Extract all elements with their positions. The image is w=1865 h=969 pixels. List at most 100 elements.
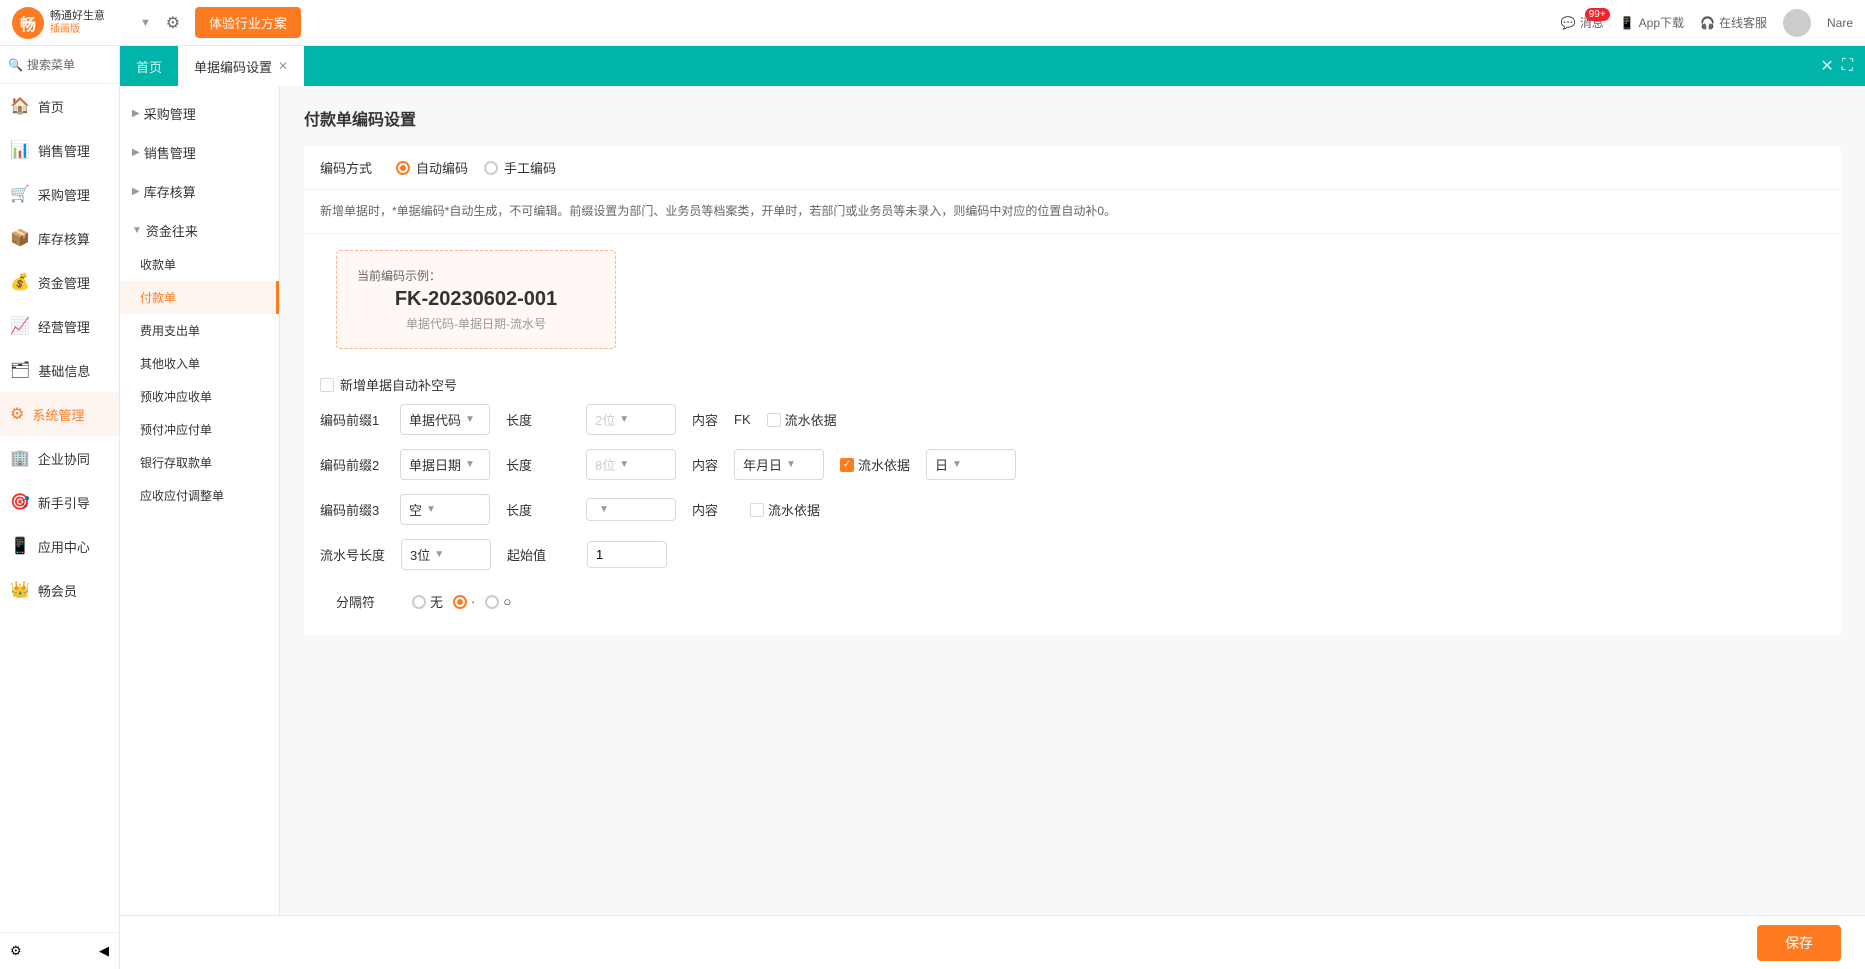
- search-menu-button[interactable]: 🔍 搜索菜单: [0, 46, 119, 84]
- header-dropdown[interactable]: ▼: [140, 17, 151, 29]
- app-download-button[interactable]: 📱 App下载: [1620, 14, 1684, 31]
- save-button[interactable]: 保存: [1757, 925, 1841, 961]
- sidebar-item-bank[interactable]: 银行存取款单: [120, 446, 279, 479]
- system-icon: ⚙: [10, 404, 24, 424]
- sidebar-item-sales[interactable]: 📊 销售管理: [0, 128, 119, 172]
- online-service-button[interactable]: 🎧 在线客服: [1700, 14, 1767, 31]
- prefix1-length-chevron-icon: ▼: [619, 414, 629, 425]
- prefix1-watermark-box[interactable]: [767, 413, 781, 427]
- encode-method-label: 编码方式: [320, 158, 372, 177]
- sidebar-item-apps[interactable]: 📱 应用中心: [0, 524, 119, 568]
- message-button[interactable]: 💬 消息 99+: [1561, 14, 1604, 31]
- sep-none-radio[interactable]: 无: [412, 592, 443, 611]
- sidebar-item-payment[interactable]: 付款单: [120, 281, 279, 314]
- sidebar-item-inventory[interactable]: 📦 库存核算: [0, 216, 119, 260]
- sidebar-item-operations[interactable]: 📈 经营管理: [0, 304, 119, 348]
- prefix3-watermark-checkbox[interactable]: 流水依据: [750, 500, 820, 519]
- encode-method-radio-group: 自动编码 手工编码: [396, 158, 556, 177]
- logo-text: 畅通好生意 插画版: [50, 9, 105, 36]
- code-preview-value: FK-20230602-001: [357, 288, 595, 311]
- manual-encode-radio[interactable]: 手工编码: [484, 158, 556, 177]
- prefix2-watermark-checkbox[interactable]: ✓ 流水依据: [840, 455, 910, 474]
- separator-radio-group: 无 · ○: [412, 592, 511, 611]
- sidebar-nav: 🏠 首页 📊 销售管理 🛒 采购管理 📦 库存核算 💰 资金管理 📈 经: [0, 84, 119, 932]
- prefix3-chevron-icon: ▼: [426, 504, 436, 515]
- prefix3-select[interactable]: 空 ▼: [400, 494, 490, 525]
- settings-icon[interactable]: ⚙: [159, 9, 187, 37]
- prefix3-length-label: 长度: [506, 500, 570, 519]
- sep-circle-radio[interactable]: ○: [485, 594, 511, 609]
- footer-settings-icon[interactable]: ⚙: [10, 943, 22, 959]
- auto-encode-radio[interactable]: 自动编码: [396, 158, 468, 177]
- serial-length-select[interactable]: 3位 ▼: [401, 539, 491, 570]
- prefix1-content-value: FK: [734, 412, 751, 427]
- prefix1-length-select[interactable]: 2位 ▼: [586, 404, 676, 435]
- prefix2-content-label: 内容: [692, 455, 718, 474]
- main-content: 付款单编码设置 编码方式 自动编码 手工编码: [280, 86, 1865, 915]
- tab-code-setting[interactable]: 单据编码设置 ✕: [178, 46, 304, 86]
- prefix2-select[interactable]: 单据日期 ▼: [400, 449, 490, 480]
- serial-chevron-icon: ▼: [434, 549, 444, 560]
- footer-collapse-icon[interactable]: ◀: [99, 943, 109, 959]
- sales-icon: 📊: [10, 140, 30, 160]
- tab-maximize-icon[interactable]: ⛶: [1842, 57, 1853, 75]
- prefix2-period-chevron-icon: ▼: [952, 459, 962, 470]
- tab-close-icon[interactable]: ✕: [278, 59, 288, 73]
- avatar[interactable]: [1783, 9, 1811, 37]
- prefix3-length-select[interactable]: ▼: [586, 498, 676, 521]
- auto-fill-checkbox[interactable]: [320, 378, 334, 392]
- group-purchase: ▶ 采购管理: [120, 96, 279, 131]
- sidebar-item-expense[interactable]: 费用支出单: [120, 314, 279, 347]
- logo-icon: 畅: [12, 7, 44, 39]
- prefix2-length-select[interactable]: 8位 ▼: [586, 449, 676, 480]
- bottom-bar: 保存: [120, 915, 1865, 969]
- main-layout: 🔍 搜索菜单 🏠 首页 📊 销售管理 🛒 采购管理 📦 库存核算 💰: [0, 46, 1865, 969]
- sidebar-item-purchase[interactable]: 🛒 采购管理: [0, 172, 119, 216]
- prefix1-watermark-checkbox[interactable]: 流水依据: [767, 410, 837, 429]
- sidebar-item-newguide[interactable]: 🎯 新手引导: [0, 480, 119, 524]
- prefix3-row: 编码前缀3 空 ▼ 长度 ▼ 内容: [320, 494, 1825, 525]
- sep-dot-radio[interactable]: ·: [453, 594, 475, 609]
- sidebar: 🔍 搜索菜单 🏠 首页 📊 销售管理 🛒 采购管理 📦 库存核算 💰: [0, 46, 120, 969]
- serial-start-label: 起始值: [507, 545, 571, 564]
- info-text: 新增单据时，*单据编码*自动生成，不可编辑。前缀设置为部门、业务员等档案类，开单…: [304, 190, 1841, 234]
- tab-minimize-icon[interactable]: ✕: [1820, 56, 1833, 76]
- group-sales-header[interactable]: ▶ 销售管理: [120, 135, 279, 170]
- prefix2-length-label: 长度: [506, 455, 570, 474]
- sidebar-item-finance[interactable]: 💰 资金管理: [0, 260, 119, 304]
- prefix1-select[interactable]: 单据代码 ▼: [400, 404, 490, 435]
- sidebar-item-pre-receipt-offset[interactable]: 预收冲应收单: [120, 380, 279, 413]
- trial-button[interactable]: 体验行业方案: [195, 7, 301, 38]
- prefix2-watermark-box[interactable]: ✓: [840, 458, 854, 472]
- sidebar-item-enterprise[interactable]: 🏢 企业协同: [0, 436, 119, 480]
- apps-icon: 📱: [10, 536, 30, 556]
- tab-home[interactable]: 首页: [120, 46, 178, 86]
- sidebar-item-other-income[interactable]: 其他收入单: [120, 347, 279, 380]
- code-preview-sub: 单据代码-单据日期-流水号: [357, 315, 595, 332]
- enterprise-icon: 🏢: [10, 448, 30, 468]
- inventory-icon: 📦: [10, 228, 30, 248]
- logo-area: 畅 畅通好生意 插画版: [12, 7, 132, 39]
- auto-fill-row: 新增单据自动补空号: [304, 365, 1841, 404]
- group-finance-header[interactable]: ▼ 资金往来: [120, 213, 279, 248]
- sidebar-item-ar-ap-adjust[interactable]: 应收应付调整单: [120, 479, 279, 512]
- prefix2-row: 编码前缀2 单据日期 ▼ 长度 8位 ▼ 内容: [320, 449, 1825, 480]
- chevron-right-icon: ▶: [132, 186, 140, 197]
- prefix2-chevron-icon: ▼: [465, 459, 475, 470]
- prefix2-content-select[interactable]: 年月日 ▼: [734, 449, 824, 480]
- sidebar-item-pre-payment-offset[interactable]: 预付冲应付单: [120, 413, 279, 446]
- sidebar-item-member[interactable]: 👑 畅会员: [0, 568, 119, 612]
- sidebar-item-home[interactable]: 🏠 首页: [0, 84, 119, 128]
- prefix3-watermark-box[interactable]: [750, 503, 764, 517]
- user-name: Nare: [1827, 16, 1853, 30]
- serial-length-label: 流水号长度: [320, 545, 385, 564]
- sidebar-item-system[interactable]: ⚙ 系统管理: [0, 392, 119, 436]
- sep-dot-dot: [453, 595, 467, 609]
- code-preview-box: 当前编码示例： FK-20230602-001 单据代码-单据日期-流水号: [336, 250, 616, 349]
- sidebar-item-receipt[interactable]: 收款单: [120, 248, 279, 281]
- prefix2-period-select[interactable]: 日 ▼: [926, 449, 1016, 480]
- serial-start-input[interactable]: 1: [587, 541, 667, 568]
- sidebar-item-basic[interactable]: 🗂 基础信息: [0, 348, 119, 392]
- group-inventory-header[interactable]: ▶ 库存核算: [120, 174, 279, 209]
- group-purchase-header[interactable]: ▶ 采购管理: [120, 96, 279, 131]
